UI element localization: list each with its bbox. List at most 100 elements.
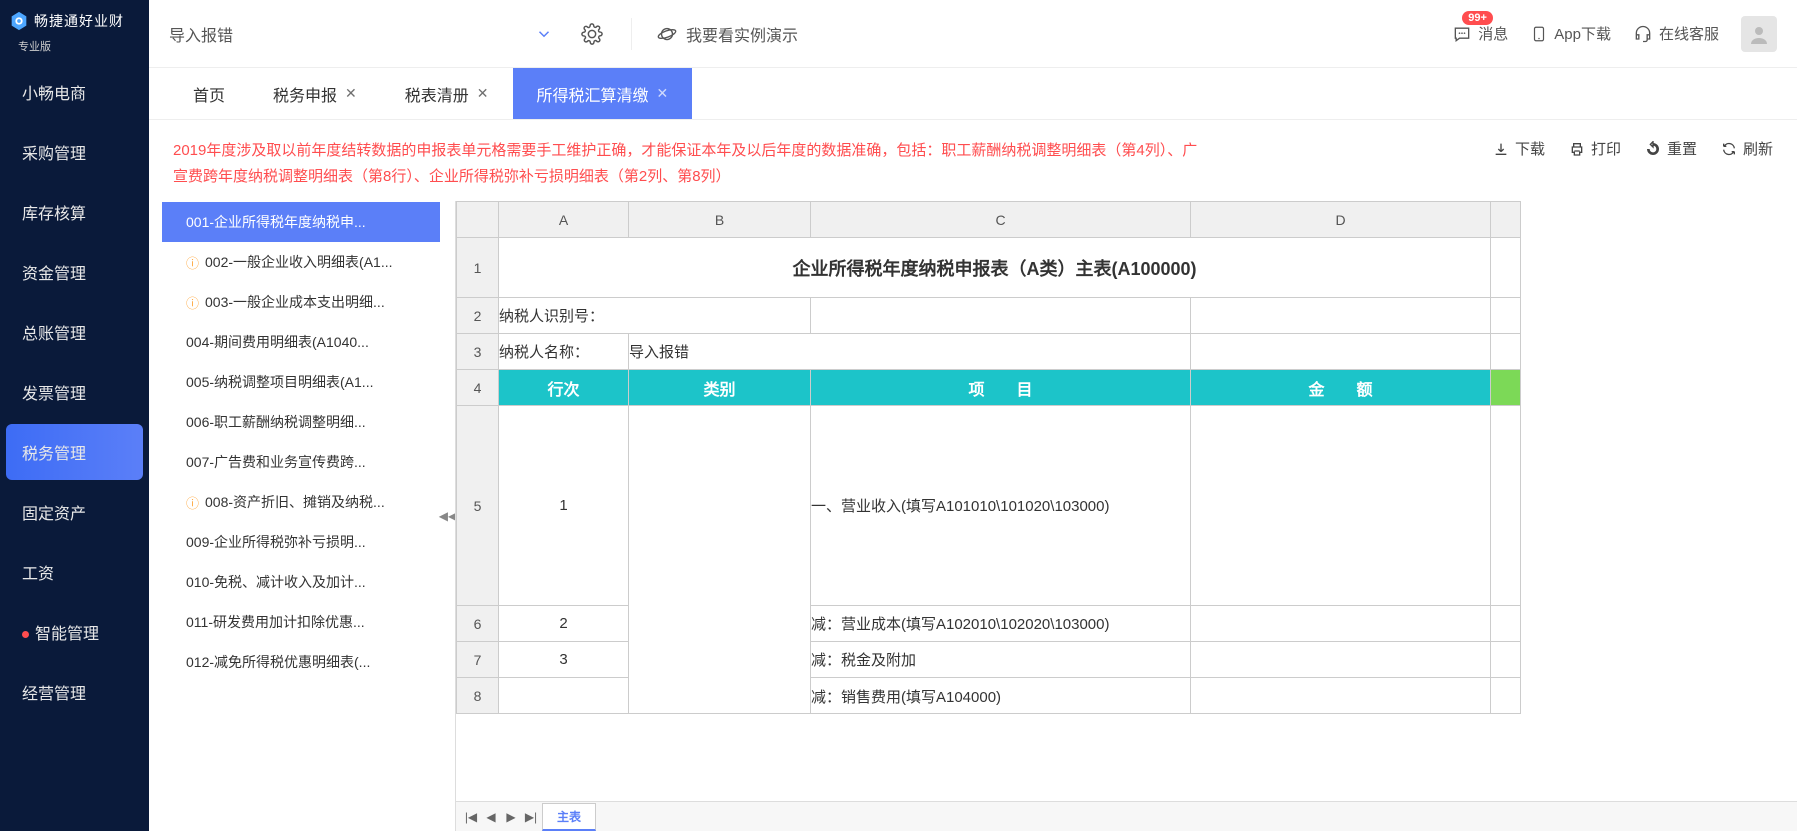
divider (631, 18, 632, 50)
nav-item[interactable]: 资金管理 (0, 242, 149, 302)
page-tab[interactable]: 税表清册 ✕ (381, 68, 513, 119)
refresh-button[interactable]: 刷新 (1721, 138, 1773, 159)
download-button[interactable]: 下载 (1493, 138, 1545, 159)
data-cell[interactable]: 减：销售费用(填写A104000) (811, 678, 1191, 714)
nav-item[interactable]: 小畅电商 (0, 62, 149, 122)
chevron-down-icon[interactable] (529, 19, 559, 49)
row-header[interactable]: 5 (457, 406, 499, 606)
tree-item[interactable]: ⓘ003-一般企业成本支出明细... (162, 282, 440, 322)
chat-icon (1452, 24, 1472, 44)
demo-link[interactable]: 我要看实例演示 (656, 22, 798, 46)
col-header-a[interactable]: A (499, 202, 629, 238)
tree-item-label: 010-免税、减计收入及加计... (186, 572, 366, 592)
nav-item[interactable]: 经营管理 (0, 662, 149, 722)
data-cell[interactable] (629, 406, 811, 714)
sheet-title[interactable]: 企业所得税年度纳税申报表（A类）主表(A100000) (499, 238, 1491, 298)
nav-item[interactable]: 固定资产 (0, 482, 149, 542)
nav-item[interactable]: 总账管理 (0, 302, 149, 362)
page-tab[interactable]: 税务申报✕ (249, 68, 381, 119)
spreadsheet[interactable]: A B C D 1 企业所得税年度纳税申报表（A类）主表(A100000) (456, 201, 1797, 801)
tree-item[interactable]: 004-期间费用明细表(A1040... (162, 322, 440, 362)
data-cell[interactable]: 一、营业收入(填写A101010\101020\103000) (811, 406, 1191, 606)
th-category[interactable]: 类别 (629, 370, 811, 406)
row-header[interactable]: 6 (457, 606, 499, 642)
data-cell[interactable]: 3 (499, 642, 629, 678)
col-header-d[interactable]: D (1191, 202, 1491, 238)
taxpayer-name-label[interactable]: 纳税人名称： (499, 334, 629, 370)
taxpayer-name-value[interactable]: 导入报错 (629, 334, 1191, 370)
print-icon (1569, 141, 1585, 157)
tree-item-label: 007-广告费和业务宣传费跨... (186, 452, 366, 472)
col-header-e[interactable] (1491, 202, 1521, 238)
collapse-handle[interactable]: ◀◀ (441, 201, 455, 831)
row-header[interactable]: 2 (457, 298, 499, 334)
data-cell[interactable]: 减：营业成本(填写A102010\102020\103000) (811, 606, 1191, 642)
messages-button[interactable]: 99+ 消息 (1452, 23, 1508, 44)
app-download-button[interactable]: App下载 (1530, 23, 1611, 44)
tree-item[interactable]: 010-免税、减计收入及加计... (162, 562, 440, 602)
data-cell[interactable] (1191, 606, 1491, 642)
tree-item[interactable]: ⓘ008-资产折旧、摊销及纳税... (162, 482, 440, 522)
th-item[interactable]: 项 目 (811, 370, 1191, 406)
sheet-corner[interactable] (457, 202, 499, 238)
data-cell[interactable]: 2 (499, 606, 629, 642)
tree-item[interactable]: 001-企业所得税年度纳税申... (162, 202, 440, 242)
taxpayer-id-label[interactable]: 纳税人识别号： (499, 298, 811, 334)
th-amount[interactable]: 金 额 (1191, 370, 1491, 406)
nav-item[interactable]: 智能管理 (0, 602, 149, 662)
data-cell[interactable] (1191, 642, 1491, 678)
tree-item-label: 005-纳税调整项目明细表(A1... (186, 372, 373, 392)
refresh-icon (1721, 141, 1737, 157)
row-header[interactable]: 7 (457, 642, 499, 678)
tree-item[interactable]: 006-职工薪酬纳税调整明细... (162, 402, 440, 442)
sheet-nav-prev[interactable]: ◀ (482, 810, 500, 824)
page-tab[interactable]: 首页 (169, 68, 249, 119)
gear-icon[interactable] (577, 19, 607, 49)
tree-item-label: 001-企业所得税年度纳税申... (186, 212, 366, 232)
nav-item[interactable]: 税务管理 (6, 424, 143, 480)
support-button[interactable]: 在线客服 (1633, 23, 1719, 44)
sheet-nav-next[interactable]: ▶ (502, 810, 520, 824)
row-header[interactable]: 8 (457, 678, 499, 714)
tree-item[interactable]: 012-减免所得税优惠明细表(... (162, 642, 440, 682)
message-badge: 99+ (1462, 11, 1493, 25)
reset-button[interactable]: 重置 (1645, 138, 1697, 159)
nav-item[interactable]: 采购管理 (0, 122, 149, 182)
tab-label: 税表清册 (405, 82, 469, 106)
data-cell[interactable]: 减：税金及附加 (811, 642, 1191, 678)
tree-item[interactable]: 011-研发费用加计扣除优惠... (162, 602, 440, 642)
form-tree: 001-企业所得税年度纳税申...ⓘ002-一般企业收入明细表(A1...ⓘ00… (161, 201, 441, 831)
sheet-nav-last[interactable]: ▶| (522, 810, 540, 824)
search-input[interactable]: 导入报错 (169, 22, 233, 46)
th-rownum[interactable]: 行次 (499, 370, 629, 406)
close-icon[interactable]: ✕ (477, 85, 489, 102)
page-tab[interactable]: 所得税汇算清缴✕ (513, 68, 693, 119)
col-header-b[interactable]: B (629, 202, 811, 238)
print-button[interactable]: 打印 (1569, 138, 1621, 159)
row-header[interactable]: 3 (457, 334, 499, 370)
data-cell[interactable]: 1 (499, 406, 629, 606)
tree-item[interactable]: 007-广告费和业务宣传费跨... (162, 442, 440, 482)
data-cell[interactable] (1191, 406, 1491, 606)
sheet-nav-first[interactable]: |◀ (462, 810, 480, 824)
notice-text: 2019年度涉及取以前年度结转数据的申报表单元格需要手工维护正确，才能保证本年及… (173, 138, 1203, 189)
close-icon[interactable]: ✕ (345, 85, 357, 102)
nav-item[interactable]: 工资 (0, 542, 149, 602)
nav-item[interactable]: 库存核算 (0, 182, 149, 242)
nav-list: 小畅电商采购管理库存核算资金管理总账管理发票管理税务管理固定资产工资智能管理经营… (0, 62, 149, 831)
sheet-tab-main[interactable]: 主表 (542, 803, 596, 831)
tree-item[interactable]: 009-企业所得税弥补亏损明... (162, 522, 440, 562)
tree-item-label: 003-一般企业成本支出明细... (205, 292, 385, 312)
close-icon[interactable]: ✕ (657, 85, 669, 102)
tree-item[interactable]: ⓘ002-一般企业收入明细表(A1... (162, 242, 440, 282)
avatar[interactable] (1741, 16, 1777, 52)
tree-item[interactable]: 005-纳税调整项目明细表(A1... (162, 362, 440, 402)
data-cell[interactable] (499, 678, 629, 714)
nav-item[interactable]: 发票管理 (0, 362, 149, 422)
row-header[interactable]: 1 (457, 238, 499, 298)
row-header[interactable]: 4 (457, 370, 499, 406)
col-header-c[interactable]: C (811, 202, 1191, 238)
data-cell[interactable] (1191, 678, 1491, 714)
tree-item-label: 008-资产折旧、摊销及纳税... (205, 492, 385, 512)
tree-item-label: 004-期间费用明细表(A1040... (186, 332, 369, 352)
